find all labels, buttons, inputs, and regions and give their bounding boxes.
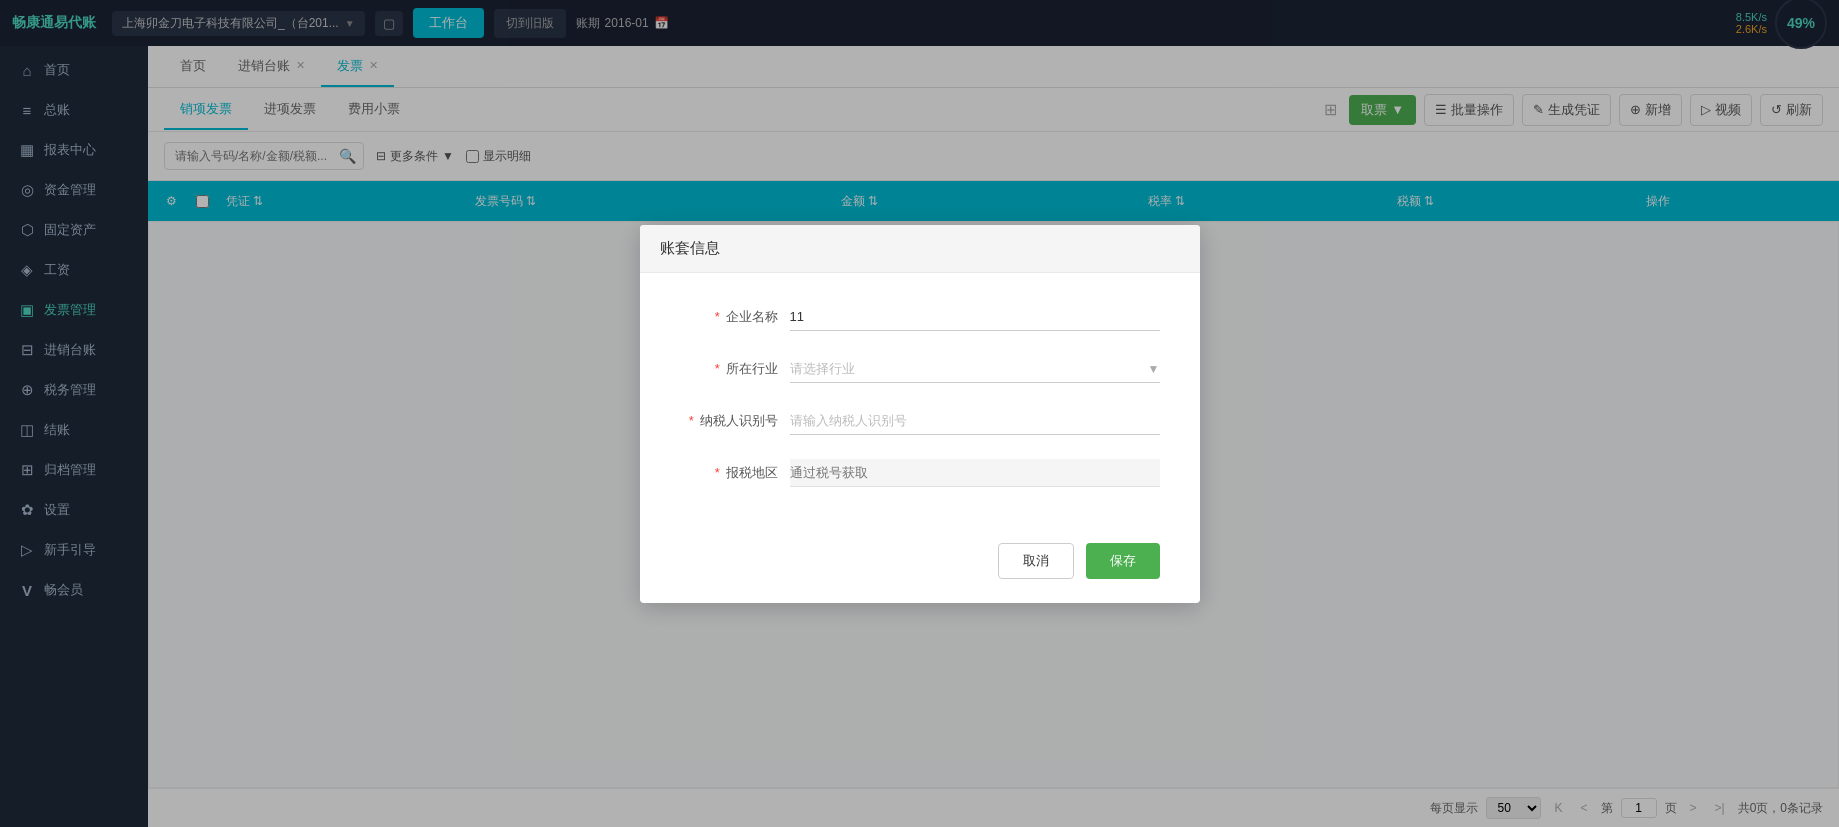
taxid-field — [790, 407, 1160, 435]
company-name-label: * 企业名称 — [680, 308, 790, 326]
taxregion-field — [790, 459, 1160, 487]
dialog-title: 账套信息 — [660, 239, 720, 256]
industry-select[interactable]: 请选择行业 — [790, 355, 1160, 383]
taxregion-input — [790, 459, 1160, 487]
cancel-button[interactable]: 取消 — [998, 543, 1074, 579]
form-row-taxregion: * 报税地区 — [680, 459, 1160, 487]
taxid-input[interactable] — [790, 407, 1160, 435]
required-star: * — [715, 309, 720, 324]
required-star: * — [715, 465, 720, 480]
dialog-header: 账套信息 — [640, 225, 1200, 273]
required-star: * — [715, 361, 720, 376]
form-row-industry: * 所在行业 请选择行业 ▼ — [680, 355, 1160, 383]
industry-label: * 所在行业 — [680, 360, 790, 378]
industry-select-wrap: 请选择行业 ▼ — [790, 355, 1160, 383]
taxregion-label: * 报税地区 — [680, 464, 790, 482]
modal-overlay[interactable]: 账套信息 * 企业名称 * 所在行业 — [0, 0, 1839, 827]
dialog-body: * 企业名称 * 所在行业 请选择行业 — [640, 273, 1200, 531]
industry-field: 请选择行业 ▼ — [790, 355, 1160, 383]
form-row-taxid: * 纳税人识别号 — [680, 407, 1160, 435]
taxid-label: * 纳税人识别号 — [680, 412, 790, 430]
form-row-company: * 企业名称 — [680, 303, 1160, 331]
dialog-footer: 取消 保存 — [640, 531, 1200, 603]
company-name-input[interactable] — [790, 303, 1160, 331]
account-info-dialog: 账套信息 * 企业名称 * 所在行业 — [640, 225, 1200, 603]
save-button[interactable]: 保存 — [1086, 543, 1160, 579]
company-name-field — [790, 303, 1160, 331]
required-star: * — [689, 413, 694, 428]
